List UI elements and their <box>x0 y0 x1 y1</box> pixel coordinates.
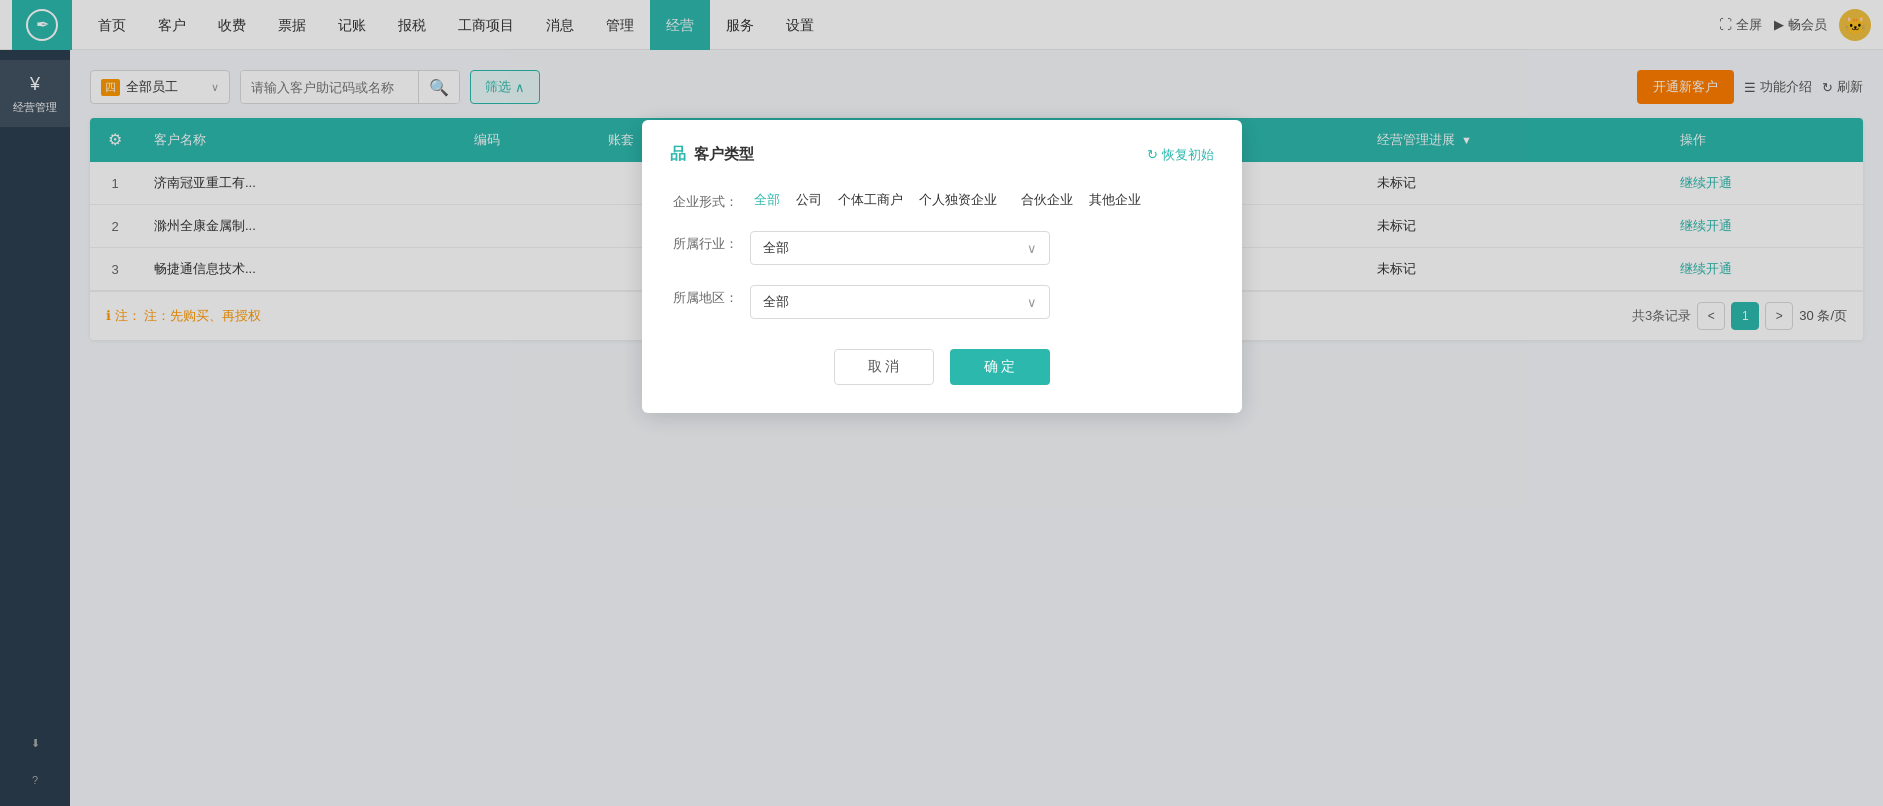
industry-select[interactable]: 全部 ∨ <box>750 231 1050 265</box>
region-select-container: 全部 ∨ <box>750 285 1214 319</box>
cancel-button[interactable]: 取 消 <box>834 349 934 385</box>
enterprise-form-label: 企业形式： <box>670 189 750 211</box>
industry-form-row: 所属行业： 全部 ∨ <box>670 231 1214 265</box>
region-label: 所属地区： <box>670 285 750 307</box>
modal-title: 品 客户类型 <box>670 144 754 165</box>
enterprise-type-partnership[interactable]: 合伙企业 <box>1017 189 1077 211</box>
modal-header: 品 客户类型 ↻ 恢复初始 <box>670 144 1214 165</box>
industry-select-container: 全部 ∨ <box>750 231 1214 265</box>
enterprise-types-container: 全部 公司 个体工商户 个人独资企业 合伙企业 其他企业 <box>750 189 1214 211</box>
enterprise-type-individual[interactable]: 个体工商户 <box>834 189 907 211</box>
modal-body: 企业形式： 全部 公司 个体工商户 个人独资企业 合伙企业 其他企业 所属行业： <box>670 189 1214 319</box>
enterprise-types-list: 全部 公司 个体工商户 个人独资企业 合伙企业 其他企业 <box>750 189 1214 211</box>
industry-value: 全部 <box>763 239 789 257</box>
industry-label: 所属行业： <box>670 231 750 253</box>
modal-title-icon: 品 <box>670 144 686 165</box>
enterprise-form-row: 企业形式： 全部 公司 个体工商户 个人独资企业 合伙企业 其他企业 <box>670 189 1214 211</box>
enterprise-type-company[interactable]: 公司 <box>792 189 826 211</box>
enterprise-type-other[interactable]: 其他企业 <box>1085 189 1145 211</box>
region-value: 全部 <box>763 293 789 311</box>
modal-footer: 取 消 确 定 <box>670 349 1214 385</box>
enterprise-type-sole[interactable]: 个人独资企业 <box>915 189 1001 211</box>
industry-chevron-icon: ∨ <box>1027 241 1037 256</box>
region-form-row: 所属地区： 全部 ∨ <box>670 285 1214 319</box>
filter-modal: 品 客户类型 ↻ 恢复初始 企业形式： 全部 公司 个体工商户 个人独资企业 <box>642 120 1242 413</box>
modal-overlay: 品 客户类型 ↻ 恢复初始 企业形式： 全部 公司 个体工商户 个人独资企业 <box>0 0 1883 806</box>
confirm-button[interactable]: 确 定 <box>950 349 1050 385</box>
modal-title-text: 客户类型 <box>694 145 754 164</box>
reset-label: 恢复初始 <box>1162 146 1214 164</box>
enterprise-type-all[interactable]: 全部 <box>750 189 784 211</box>
reset-icon: ↻ <box>1147 147 1158 162</box>
region-chevron-icon: ∨ <box>1027 295 1037 310</box>
region-select[interactable]: 全部 ∨ <box>750 285 1050 319</box>
modal-reset-button[interactable]: ↻ 恢复初始 <box>1147 146 1214 164</box>
